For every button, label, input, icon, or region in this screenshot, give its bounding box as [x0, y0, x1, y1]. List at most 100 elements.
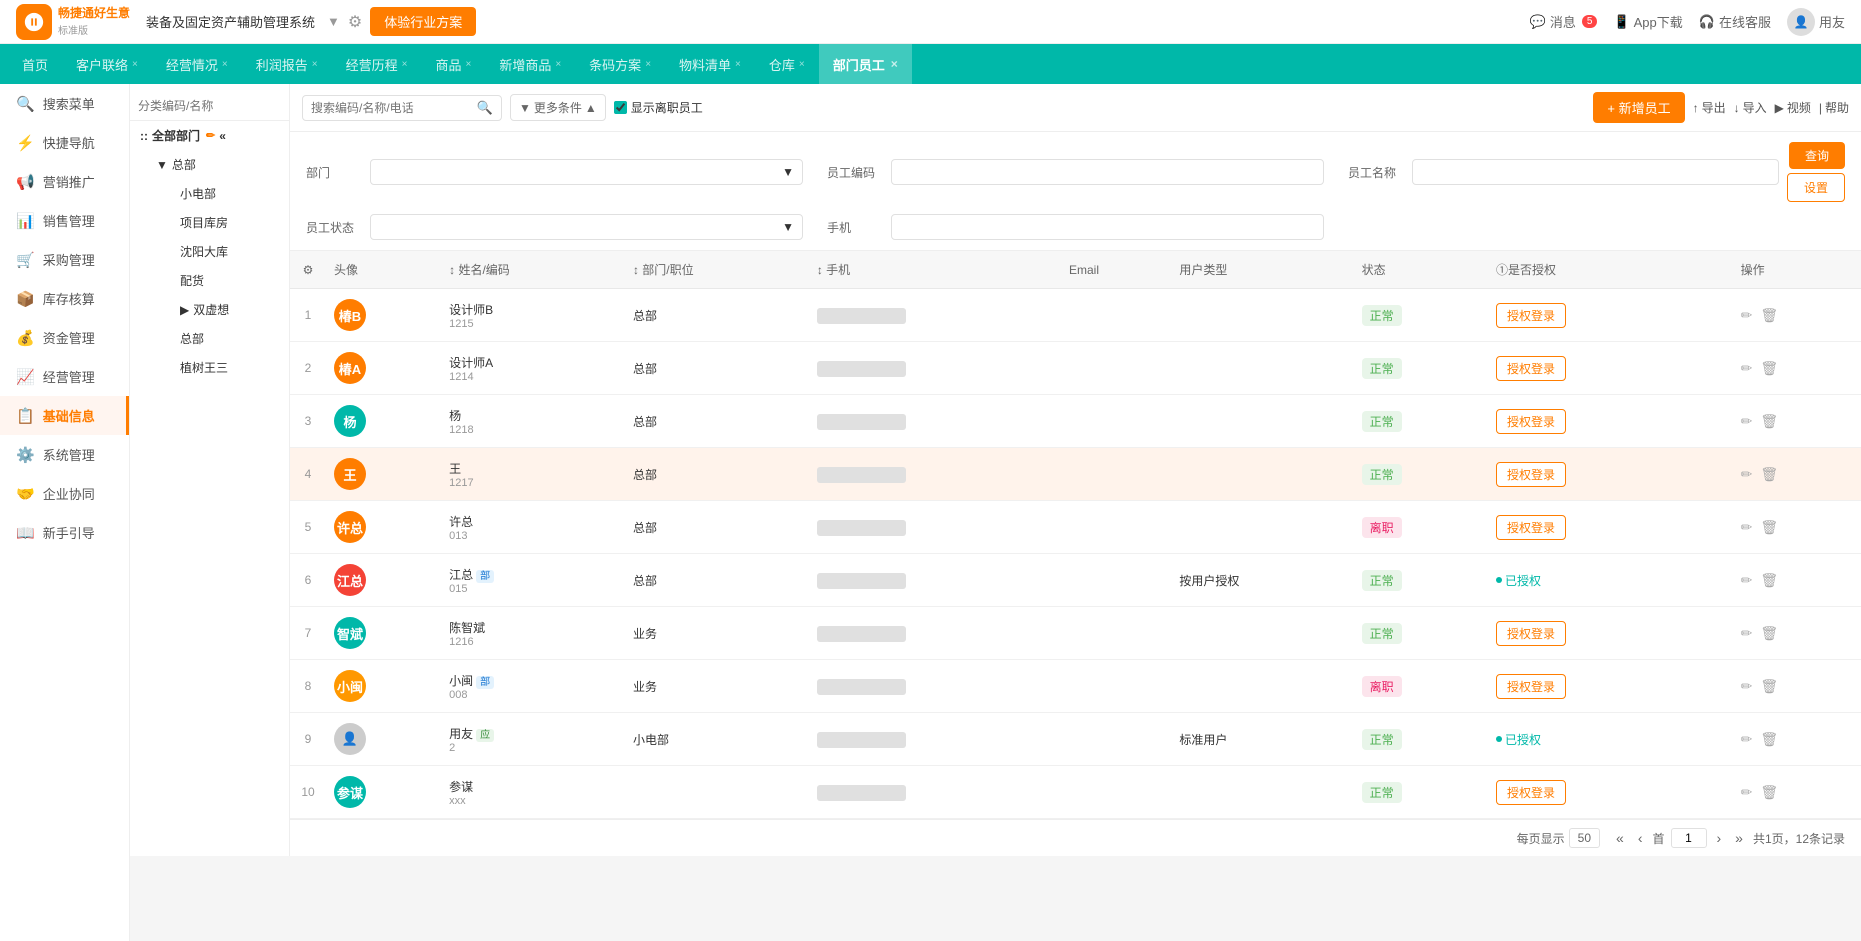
add-employee-button[interactable]: + 新增员工	[1593, 92, 1684, 123]
dept-search-input[interactable]	[138, 99, 290, 113]
emp-name-input[interactable]	[1412, 159, 1779, 185]
edit-icon[interactable]: ✏	[1741, 413, 1753, 430]
delete-icon[interactable]: 🗑	[1760, 625, 1778, 642]
edit-icon[interactable]: ✏	[1741, 307, 1753, 324]
page-size-value[interactable]: 50	[1569, 828, 1600, 848]
col-name[interactable]: ↕ 姓名/编码	[441, 251, 625, 289]
edit-icon[interactable]: ✏	[1741, 466, 1753, 483]
edit-icon[interactable]: ✏	[1741, 678, 1753, 695]
delete-icon[interactable]: 🗑	[1760, 360, 1778, 377]
dept-item-peihuo[interactable]: 配货	[170, 266, 289, 295]
trial-button[interactable]: 体验行业方案	[370, 7, 476, 36]
first-page-btn[interactable]: «	[1612, 828, 1628, 848]
auth-button[interactable]: 授权登录	[1496, 462, 1566, 487]
dept-item-xiaodian[interactable]: 小电部	[170, 179, 289, 208]
video-btn[interactable]: ▶ 视频	[1775, 99, 1811, 116]
search-input[interactable]	[311, 101, 473, 115]
nav-tab-仓库[interactable]: 仓库 ×	[755, 44, 819, 84]
nav-tab-物料清单[interactable]: 物料清单 ×	[665, 44, 755, 84]
delete-icon[interactable]: 🗑	[1760, 572, 1778, 589]
row-auth[interactable]: 授权登录	[1488, 501, 1694, 554]
col-settings[interactable]: ⚙	[290, 251, 326, 289]
delete-icon[interactable]: 🗑	[1760, 307, 1778, 324]
sidebar-item-经营管理[interactable]: 📈经营管理	[0, 357, 129, 396]
sidebar-item-库存核算[interactable]: 📦库存核算	[0, 279, 129, 318]
help-btn[interactable]: | 帮助	[1819, 99, 1849, 116]
delete-icon[interactable]: 🗑	[1760, 466, 1778, 483]
row-auth[interactable]: 授权登录	[1488, 660, 1694, 713]
col-dept[interactable]: ↕ 部门/职位	[625, 251, 809, 289]
system-arrow-icon[interactable]: ▼	[327, 14, 340, 29]
auth-button[interactable]: 授权登录	[1496, 303, 1566, 328]
set-button[interactable]: 设置	[1787, 173, 1845, 202]
sidebar-item-企业协同[interactable]: 🤝企业协同	[0, 474, 129, 513]
nav-tab-经营情况[interactable]: 经营情况 ×	[152, 44, 242, 84]
prev-page-btn[interactable]: ‹	[1634, 828, 1647, 848]
emp-code-input[interactable]	[891, 159, 1324, 185]
nav-tab-条码方案[interactable]: 条码方案 ×	[575, 44, 665, 84]
edit-icon[interactable]: ✏	[1741, 625, 1753, 642]
delete-icon[interactable]: 🗑	[1760, 678, 1778, 695]
nav-tab-首页[interactable]: 首页	[8, 44, 62, 84]
dept-item-zhishuwangsan[interactable]: 植树王三	[170, 353, 289, 382]
import-btn[interactable]: ↓ 导入	[1734, 99, 1767, 116]
all-dept-item[interactable]: :: 全部部门 ✏ «	[130, 121, 289, 150]
row-auth[interactable]: 授权登录	[1488, 342, 1694, 395]
col-phone[interactable]: ↕ 手机	[809, 251, 1061, 289]
app-download-btn[interactable]: 📱 App下载	[1613, 12, 1682, 31]
dept-item-zongbu[interactable]: 总部	[170, 324, 289, 353]
more-filter-btn[interactable]: ▼ 更多条件 ▲	[510, 94, 606, 121]
dept-collapse-icon[interactable]: «	[219, 129, 226, 143]
edit-icon[interactable]: ✏	[1741, 784, 1753, 801]
auth-button[interactable]: 授权登录	[1496, 409, 1566, 434]
show-resigned-label[interactable]: 显示离职员工	[614, 99, 703, 116]
delete-icon[interactable]: 🗑	[1760, 784, 1778, 801]
settings-icon[interactable]: ⚙	[348, 12, 362, 32]
row-auth[interactable]: 授权登录	[1488, 289, 1694, 342]
nav-tab-利润报告[interactable]: 利润报告 ×	[242, 44, 332, 84]
sidebar-item-销售管理[interactable]: 📊销售管理	[0, 201, 129, 240]
sidebar-item-营销推广[interactable]: 📢营销推广	[0, 162, 129, 201]
auth-button[interactable]: 授权登录	[1496, 515, 1566, 540]
dept-item-xiangmukufang[interactable]: 项目库房	[170, 208, 289, 237]
page-number-input[interactable]	[1671, 828, 1707, 848]
edit-icon[interactable]: ✏	[1741, 519, 1753, 536]
next-page-btn[interactable]: ›	[1713, 828, 1726, 848]
row-auth[interactable]: 授权登录	[1488, 607, 1694, 660]
row-auth[interactable]: 授权登录	[1488, 766, 1694, 819]
delete-icon[interactable]: 🗑	[1760, 731, 1778, 748]
edit-icon[interactable]: ✏	[1741, 731, 1753, 748]
query-button[interactable]: 查询	[1789, 142, 1845, 169]
export-btn[interactable]: ↑ 导出	[1693, 99, 1726, 116]
sidebar-item-新手引导[interactable]: 📖新手引导	[0, 513, 129, 552]
dept-item-shuangxuxiang[interactable]: ▶双虚想	[170, 295, 289, 324]
nav-tab-商品[interactable]: 商品 ×	[421, 44, 485, 84]
nav-tab-客户联络[interactable]: 客户联络 ×	[62, 44, 152, 84]
tab-close-icon[interactable]: ×	[891, 57, 898, 71]
auth-button[interactable]: 授权登录	[1496, 674, 1566, 699]
show-resigned-checkbox[interactable]	[614, 101, 627, 114]
dept-item-general[interactable]: ▼ 总部	[146, 150, 289, 179]
dept-item-shenyangdaku[interactable]: 沈阳大库	[170, 237, 289, 266]
auth-button[interactable]: 授权登录	[1496, 780, 1566, 805]
row-auth[interactable]: 授权登录	[1488, 395, 1694, 448]
dept-edit-icon[interactable]: ✏	[206, 129, 215, 142]
dept-filter-select[interactable]: ▼	[370, 159, 803, 185]
nav-tab-新增商品[interactable]: 新增商品 ×	[485, 44, 575, 84]
phone-input[interactable]	[891, 214, 1324, 240]
emp-status-select[interactable]: ▼	[370, 214, 803, 240]
sidebar-item-资金管理[interactable]: 💰资金管理	[0, 318, 129, 357]
auth-button[interactable]: 授权登录	[1496, 356, 1566, 381]
sidebar-item-系统管理[interactable]: ⚙️系统管理	[0, 435, 129, 474]
auth-button[interactable]: 授权登录	[1496, 621, 1566, 646]
last-page-btn[interactable]: »	[1731, 828, 1747, 848]
message-btn[interactable]: 💬 消息 5	[1530, 12, 1598, 31]
nav-tab-经营历程[interactable]: 经营历程 ×	[332, 44, 422, 84]
delete-icon[interactable]: 🗑	[1760, 519, 1778, 536]
sidebar-item-基础信息[interactable]: 📋基础信息	[0, 396, 129, 435]
sidebar-item-搜索菜单[interactable]: 🔍搜索菜单	[0, 84, 129, 123]
delete-icon[interactable]: 🗑	[1760, 413, 1778, 430]
col-auth[interactable]: ①是否授权	[1488, 251, 1694, 289]
edit-icon[interactable]: ✏	[1741, 572, 1753, 589]
sidebar-item-采购管理[interactable]: 🛒采购管理	[0, 240, 129, 279]
